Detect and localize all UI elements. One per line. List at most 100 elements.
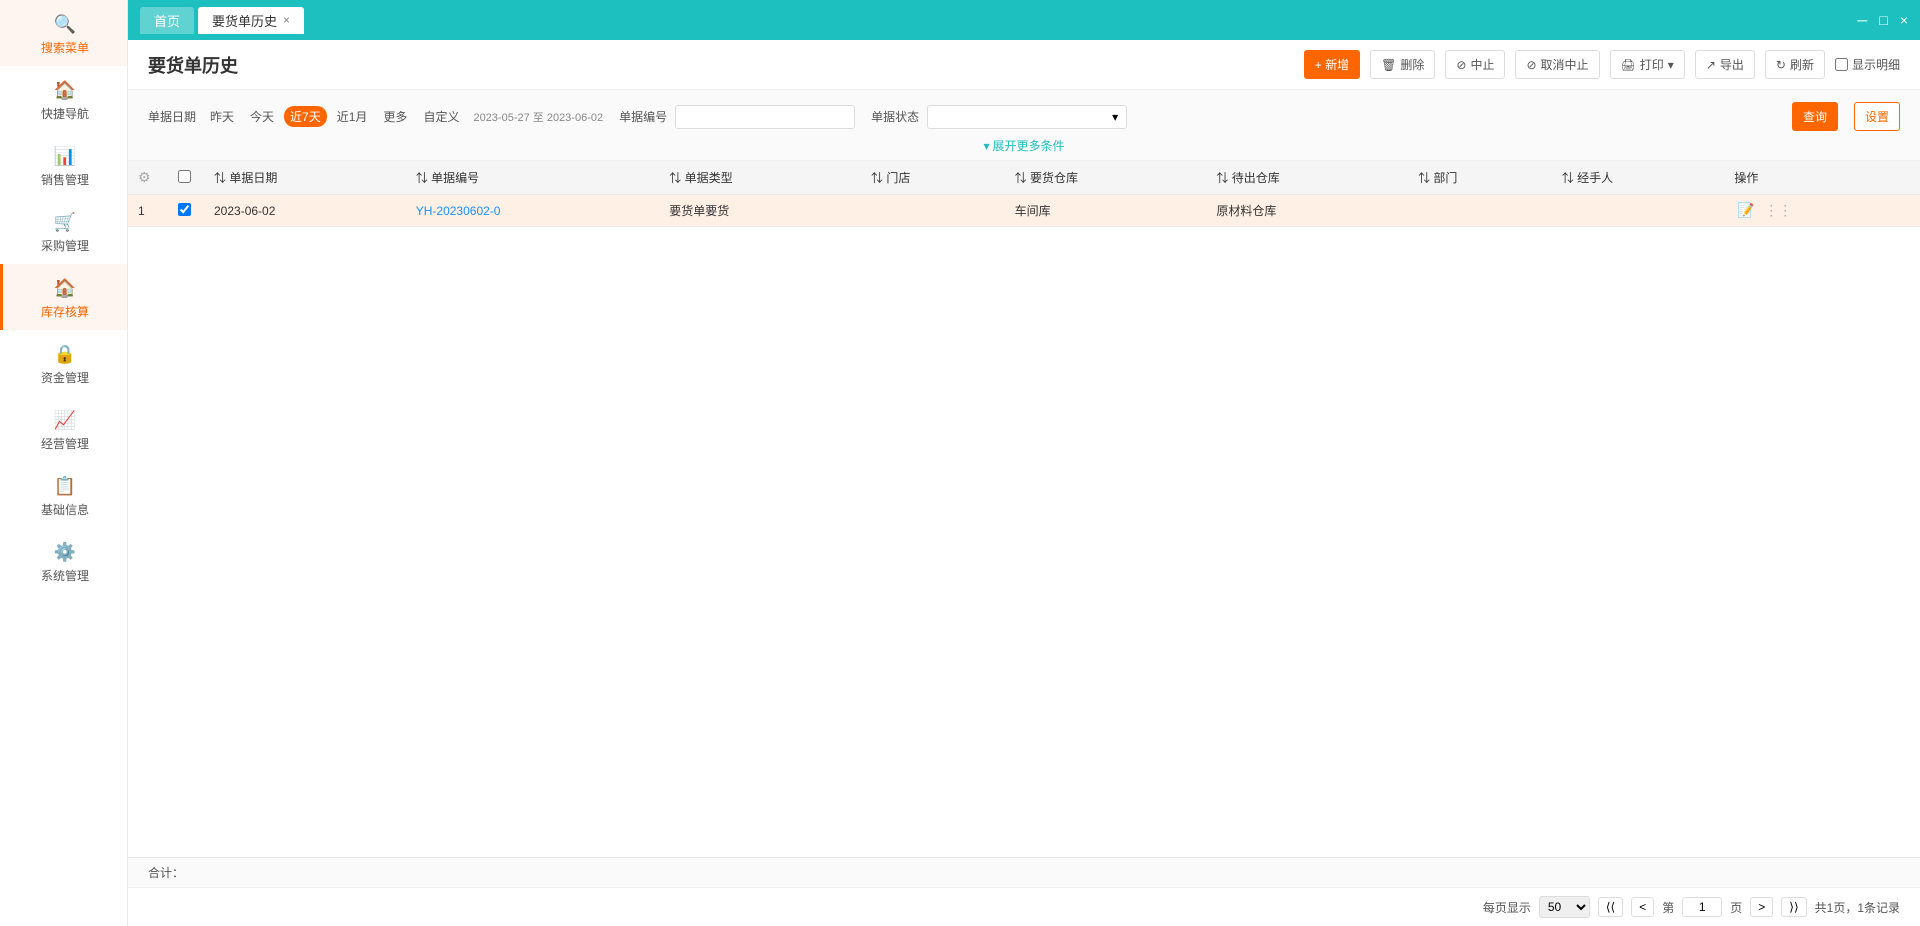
page-size-label: 每页显示	[1483, 899, 1531, 916]
col-action: 操作	[1724, 161, 1920, 195]
prev-page-button[interactable]: <	[1631, 897, 1654, 917]
sidebar-item-label: 快捷导航	[41, 105, 89, 122]
date-btn-yesterday[interactable]: 昨天	[204, 106, 240, 127]
select-all-checkbox[interactable]	[178, 170, 191, 183]
delete-button[interactable]: 🗑 删除	[1370, 50, 1435, 79]
first-page-button[interactable]: ⟨⟨	[1598, 897, 1623, 917]
sidebar-item-search-menu[interactable]: 🔍 搜索菜单	[0, 0, 127, 66]
date-btn-7days[interactable]: 近7天	[284, 106, 327, 127]
refresh-icon: ↻	[1776, 58, 1786, 72]
col-bill-no: ⇅ 单据编号	[406, 161, 660, 195]
filter-area: 单据日期 昨天 今天 近7天 近1月 更多 自定义 2023-05-27 至 2…	[128, 90, 1920, 161]
col-bill-type: ⇅ 单据类型	[659, 161, 861, 195]
cancel-suspend-button[interactable]: ⊘ 取消中止	[1515, 50, 1599, 79]
status-label: 单据状态	[871, 108, 919, 125]
minimize-button[interactable]: ─	[1857, 12, 1867, 28]
content-area: 要货单历史 + 新增 🗑 删除 ⊘ 中止 ⊘ 取消中止 🖨 打印	[128, 40, 1920, 926]
page-number-input[interactable]	[1682, 897, 1722, 917]
col-checkbox	[168, 161, 204, 195]
sidebar-item-operation[interactable]: 📈 经营管理	[0, 396, 127, 462]
suspend-button[interactable]: ⊘ 中止	[1445, 50, 1505, 79]
status-filter: 单据状态 ▾	[871, 105, 1127, 129]
col-date: ⇅ 单据日期	[204, 161, 406, 195]
page-suffix: 页	[1730, 899, 1742, 916]
status-select[interactable]: ▾	[927, 105, 1127, 129]
tab-home-label: 首页	[154, 11, 180, 30]
page-size-select[interactable]: 50 100 200	[1539, 896, 1590, 918]
close-button[interactable]: ×	[1900, 12, 1908, 28]
print-button[interactable]: 🖨 打印 ▾	[1610, 50, 1685, 79]
last-page-button[interactable]: ⟩⟩	[1781, 897, 1806, 917]
sidebar-item-basic-info[interactable]: 📋 基础信息	[0, 462, 127, 528]
row-more-icon[interactable]: ⋮⋮	[1764, 202, 1792, 218]
date-btn-more[interactable]: 更多	[377, 106, 413, 127]
display-detail-toggle[interactable]: 显示明细	[1835, 56, 1900, 73]
refresh-button[interactable]: ↻ 刷新	[1765, 50, 1825, 79]
row-checkbox[interactable]	[168, 195, 204, 227]
window-controls: ─ □ ×	[1857, 12, 1908, 28]
col-department-label: ⇅ 部门	[1418, 171, 1457, 185]
search-menu-icon: 🔍	[54, 14, 76, 35]
finance-icon: 🔒	[54, 344, 76, 365]
export-button[interactable]: ↗ 导出	[1695, 50, 1755, 79]
bill-no-label: 单据编号	[619, 108, 667, 125]
col-settings: ⚙	[128, 161, 168, 195]
delete-icon: 🗑	[1381, 58, 1396, 72]
query-button[interactable]: 查询	[1792, 102, 1838, 131]
sidebar-item-finance[interactable]: 🔒 资金管理	[0, 330, 127, 396]
bill-no-filter: 单据编号	[619, 105, 855, 129]
sidebar-item-label: 经营管理	[41, 435, 89, 452]
col-req-warehouse: ⇅ 要货仓库	[1005, 161, 1207, 195]
summary-label: 合计：	[148, 866, 184, 880]
new-button[interactable]: + 新增	[1304, 50, 1360, 79]
cancel-suspend-icon: ⊘	[1526, 58, 1536, 72]
row-pending-warehouse: 原材料仓库	[1206, 195, 1408, 227]
row-bill-type: 要货单要货	[659, 195, 861, 227]
row-edit-icon[interactable]: 📝	[1737, 202, 1754, 218]
system-icon: ⚙️	[54, 542, 76, 563]
sidebar-item-system[interactable]: ⚙️ 系统管理	[0, 528, 127, 594]
quick-nav-icon: 🏠	[54, 80, 76, 101]
sidebar-item-sales[interactable]: 📊 销售管理	[0, 132, 127, 198]
next-page-button[interactable]: >	[1750, 897, 1773, 917]
date-btn-custom[interactable]: 自定义	[417, 106, 465, 127]
print-icon: 🖨	[1621, 58, 1636, 72]
tab-close-icon[interactable]: ×	[283, 13, 290, 27]
display-detail-checkbox[interactable]	[1835, 58, 1848, 71]
row-handler	[1552, 195, 1725, 227]
suspend-icon: ⊘	[1456, 58, 1466, 72]
basic-info-icon: 📋	[54, 476, 76, 497]
page-label: 第	[1662, 899, 1674, 916]
col-handler-label: ⇅ 经手人	[1562, 171, 1613, 185]
print-dropdown-icon: ▾	[1668, 58, 1674, 72]
page-header: 要货单历史 + 新增 🗑 删除 ⊘ 中止 ⊘ 取消中止 🖨 打印	[128, 40, 1920, 90]
col-department: ⇅ 部门	[1408, 161, 1552, 195]
sidebar-item-purchase[interactable]: 🛒 采购管理	[0, 198, 127, 264]
status-select-arrow: ▾	[1112, 110, 1118, 124]
expand-more-button[interactable]: ▾ 展开更多条件	[983, 137, 1064, 154]
table-settings-icon[interactable]: ⚙	[138, 169, 151, 185]
filter-row-1: 单据日期 昨天 今天 近7天 近1月 更多 自定义 2023-05-27 至 2…	[148, 102, 1900, 131]
date-range-display: 2023-05-27 至 2023-06-02	[473, 109, 603, 125]
sidebar-item-inventory[interactable]: 🏠 库存核算	[0, 264, 127, 330]
col-bill-no-label: ⇅ 单据编号	[416, 171, 479, 185]
inventory-icon: 🏠	[54, 278, 76, 299]
total-info: 共1页，1条记录	[1815, 899, 1900, 916]
bill-no-link[interactable]: YH-20230602-0	[416, 204, 501, 218]
col-handler: ⇅ 经手人	[1552, 161, 1725, 195]
date-btn-1month[interactable]: 近1月	[331, 106, 374, 127]
row-store	[861, 195, 1005, 227]
date-btn-today[interactable]: 今天	[244, 106, 280, 127]
page-title: 要货单历史	[148, 52, 1296, 78]
col-date-label: ⇅ 单据日期	[214, 171, 277, 185]
col-action-label: 操作	[1734, 171, 1758, 185]
table-footer: 合计：	[128, 857, 1920, 887]
tab-active[interactable]: 要货单历史 ×	[198, 7, 304, 34]
maximize-button[interactable]: □	[1879, 12, 1887, 28]
sidebar-item-quick-nav[interactable]: 🏠 快捷导航	[0, 66, 127, 132]
sidebar-item-label: 搜索菜单	[41, 39, 89, 56]
pagination: 每页显示 50 100 200 ⟨⟨ < 第 页 > ⟩⟩ 共1页，1条记录	[128, 887, 1920, 926]
bill-no-input[interactable]	[675, 105, 855, 129]
settings-button[interactable]: 设置	[1854, 102, 1900, 131]
tab-home[interactable]: 首页	[140, 7, 194, 34]
